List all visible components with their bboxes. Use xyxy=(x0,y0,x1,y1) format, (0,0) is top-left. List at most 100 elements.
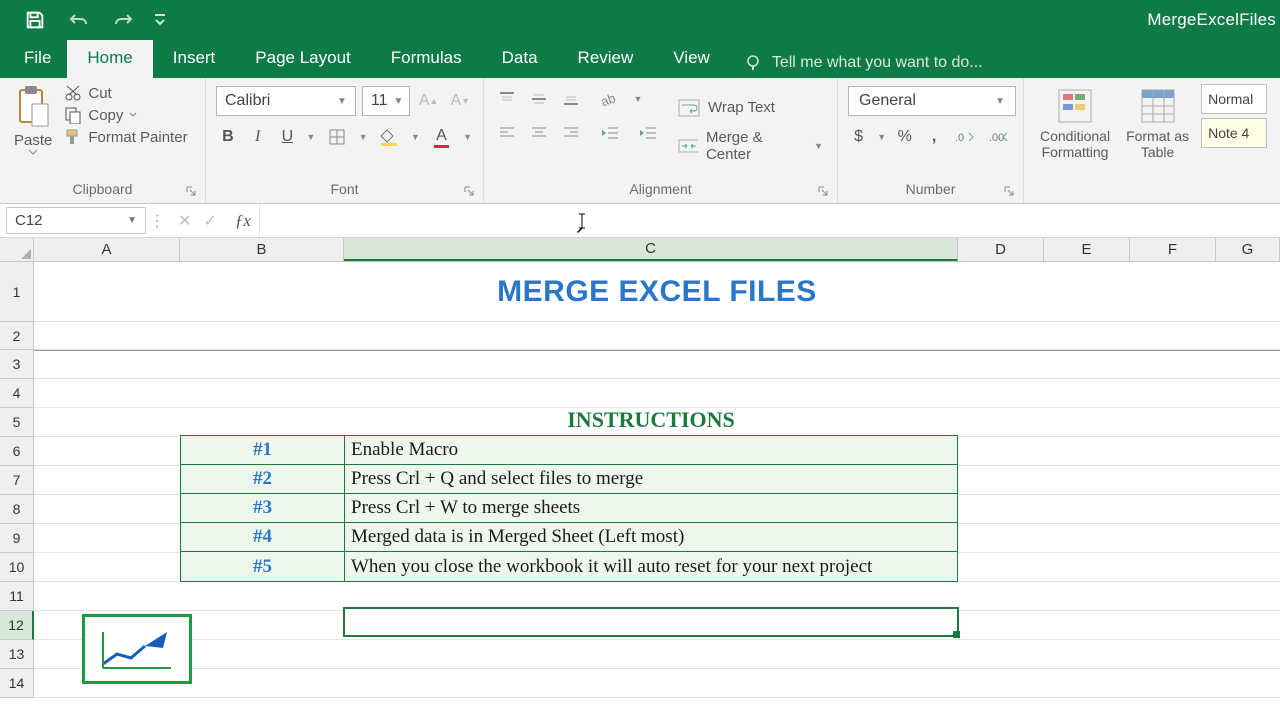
style-normal[interactable]: Normal xyxy=(1201,84,1267,114)
percent-button[interactable]: % xyxy=(894,124,915,150)
fx-icon[interactable]: ƒx xyxy=(227,204,259,237)
font-size-combo[interactable]: 11▼ xyxy=(362,86,410,116)
merge-center-button[interactable]: Merge & Center ▼ xyxy=(674,127,827,165)
underline-button[interactable]: U xyxy=(276,124,300,150)
style-note4[interactable]: Note 4 xyxy=(1201,118,1267,148)
redo-icon[interactable] xyxy=(108,5,138,35)
align-top-icon[interactable] xyxy=(494,86,520,112)
row-header-10[interactable]: 10 xyxy=(0,553,34,582)
copy-label: Copy xyxy=(88,107,123,124)
row-number: #1 xyxy=(181,436,345,464)
row-header-4[interactable]: 4 xyxy=(0,379,34,408)
accounting-format-button[interactable]: $ xyxy=(848,124,869,150)
undo-icon[interactable] xyxy=(64,5,94,35)
group-alignment: ab ▼ Wrap Text Merge & Center ▼ xyxy=(484,78,838,203)
row-header-3[interactable]: 3 xyxy=(0,350,34,379)
group-label-clipboard: Clipboard xyxy=(8,179,197,201)
dialog-launcher-icon[interactable] xyxy=(1003,185,1015,197)
wrap-text-button[interactable]: Wrap Text xyxy=(674,97,827,119)
name-box[interactable]: C12▼ xyxy=(6,207,146,234)
align-right-icon[interactable] xyxy=(558,120,584,146)
decrease-font-icon[interactable]: A▼ xyxy=(447,88,473,114)
font-color-button[interactable]: A xyxy=(427,124,456,150)
dialog-launcher-icon[interactable] xyxy=(463,185,475,197)
dialog-launcher-icon[interactable] xyxy=(817,185,829,197)
row-header-14[interactable]: 14 xyxy=(0,669,34,698)
tab-formulas[interactable]: Formulas xyxy=(371,40,482,78)
decrease-decimal-icon[interactable]: .00 xyxy=(987,124,1013,150)
dialog-launcher-icon[interactable] xyxy=(185,185,197,197)
tab-data[interactable]: Data xyxy=(482,40,558,78)
chevron-down-icon xyxy=(28,149,38,155)
align-center-icon[interactable] xyxy=(526,120,552,146)
row-header-7[interactable]: 7 xyxy=(0,466,34,495)
increase-font-icon[interactable]: A▲ xyxy=(416,88,442,114)
format-painter-button[interactable]: Format Painter xyxy=(64,128,187,146)
cut-button[interactable]: Cut xyxy=(64,84,187,102)
quick-access-toolbar xyxy=(0,5,168,35)
qat-customize-icon[interactable] xyxy=(152,5,168,35)
underline-dropdown-icon[interactable]: ▼ xyxy=(305,124,316,150)
font-color-dropdown-icon[interactable]: ▼ xyxy=(462,124,473,150)
col-header-D[interactable]: D xyxy=(958,238,1044,261)
row-header-12[interactable]: 12 xyxy=(0,611,34,640)
col-header-A[interactable]: A xyxy=(34,238,180,261)
format-as-table-button[interactable]: Format as Table xyxy=(1122,84,1193,162)
row-header-2[interactable]: 2 xyxy=(0,322,34,350)
row-text: Merged data is in Merged Sheet (Left mos… xyxy=(345,523,957,551)
borders-dropdown-icon[interactable]: ▼ xyxy=(358,124,369,150)
tab-file[interactable]: File xyxy=(8,40,67,78)
row-header-13[interactable]: 13 xyxy=(0,640,34,669)
number-format-combo[interactable]: General▼ xyxy=(848,86,1016,116)
row-header-8[interactable]: 8 xyxy=(0,495,34,524)
tab-insert[interactable]: Insert xyxy=(153,40,236,78)
tab-view[interactable]: View xyxy=(653,40,730,78)
row-header-5[interactable]: 5 xyxy=(0,408,34,437)
instructions-table: #1Enable Macro #2Press Crl + Q and selec… xyxy=(180,435,958,582)
row-text: Enable Macro xyxy=(345,436,957,464)
row-number: #2 xyxy=(181,465,345,493)
select-all-corner[interactable] xyxy=(0,238,34,261)
tab-page-layout[interactable]: Page Layout xyxy=(235,40,370,78)
spreadsheet-grid[interactable]: A B C D E F G 1234567891011121314 MERGE … xyxy=(0,238,1280,698)
decrease-indent-icon[interactable] xyxy=(594,120,626,146)
table-row: #1Enable Macro xyxy=(181,436,957,465)
row-header-11[interactable]: 11 xyxy=(0,582,34,611)
workbook-title: MergeExcelFiles xyxy=(1147,10,1276,30)
bold-button[interactable]: B xyxy=(216,124,240,150)
italic-button[interactable]: I xyxy=(246,124,270,150)
row-header-6[interactable]: 6 xyxy=(0,437,34,466)
row-header-1[interactable]: 1 xyxy=(0,262,34,322)
accounting-dropdown-icon[interactable]: ▼ xyxy=(877,124,886,150)
col-header-F[interactable]: F xyxy=(1130,238,1216,261)
formula-bar[interactable] xyxy=(259,204,1280,237)
cell-styles-gallery[interactable]: Normal Note 4 xyxy=(1201,84,1267,148)
orientation-button[interactable]: ab xyxy=(594,86,626,112)
conditional-formatting-button[interactable]: Conditional Formatting xyxy=(1036,84,1114,162)
fill-dropdown-icon[interactable]: ▼ xyxy=(410,124,421,150)
align-bottom-icon[interactable] xyxy=(558,86,584,112)
tell-me-search[interactable]: Tell me what you want to do... xyxy=(730,48,997,78)
col-header-G[interactable]: G xyxy=(1216,238,1280,261)
fill-color-button[interactable] xyxy=(375,124,404,150)
col-header-C[interactable]: C xyxy=(344,238,958,261)
align-left-icon[interactable] xyxy=(494,120,520,146)
row-header-9[interactable]: 9 xyxy=(0,524,34,553)
save-icon[interactable] xyxy=(20,5,50,35)
active-cell-selection[interactable] xyxy=(343,607,959,637)
font-name-combo[interactable]: Calibri▼ xyxy=(216,86,356,116)
paste-button[interactable]: Paste xyxy=(8,82,58,157)
col-header-B[interactable]: B xyxy=(180,238,344,261)
tab-home[interactable]: Home xyxy=(67,40,152,78)
comma-button[interactable]: , xyxy=(923,124,944,150)
copy-button[interactable]: Copy xyxy=(64,106,187,124)
cancel-icon[interactable]: ✕ xyxy=(178,211,191,231)
tab-review[interactable]: Review xyxy=(558,40,654,78)
orientation-dropdown-icon[interactable]: ▼ xyxy=(632,86,644,112)
col-header-E[interactable]: E xyxy=(1044,238,1130,261)
align-middle-icon[interactable] xyxy=(526,86,552,112)
borders-button[interactable] xyxy=(322,124,351,150)
enter-icon[interactable]: ✓ xyxy=(203,211,216,231)
increase-indent-icon[interactable] xyxy=(632,120,664,146)
increase-decimal-icon[interactable]: .0 xyxy=(953,124,979,150)
